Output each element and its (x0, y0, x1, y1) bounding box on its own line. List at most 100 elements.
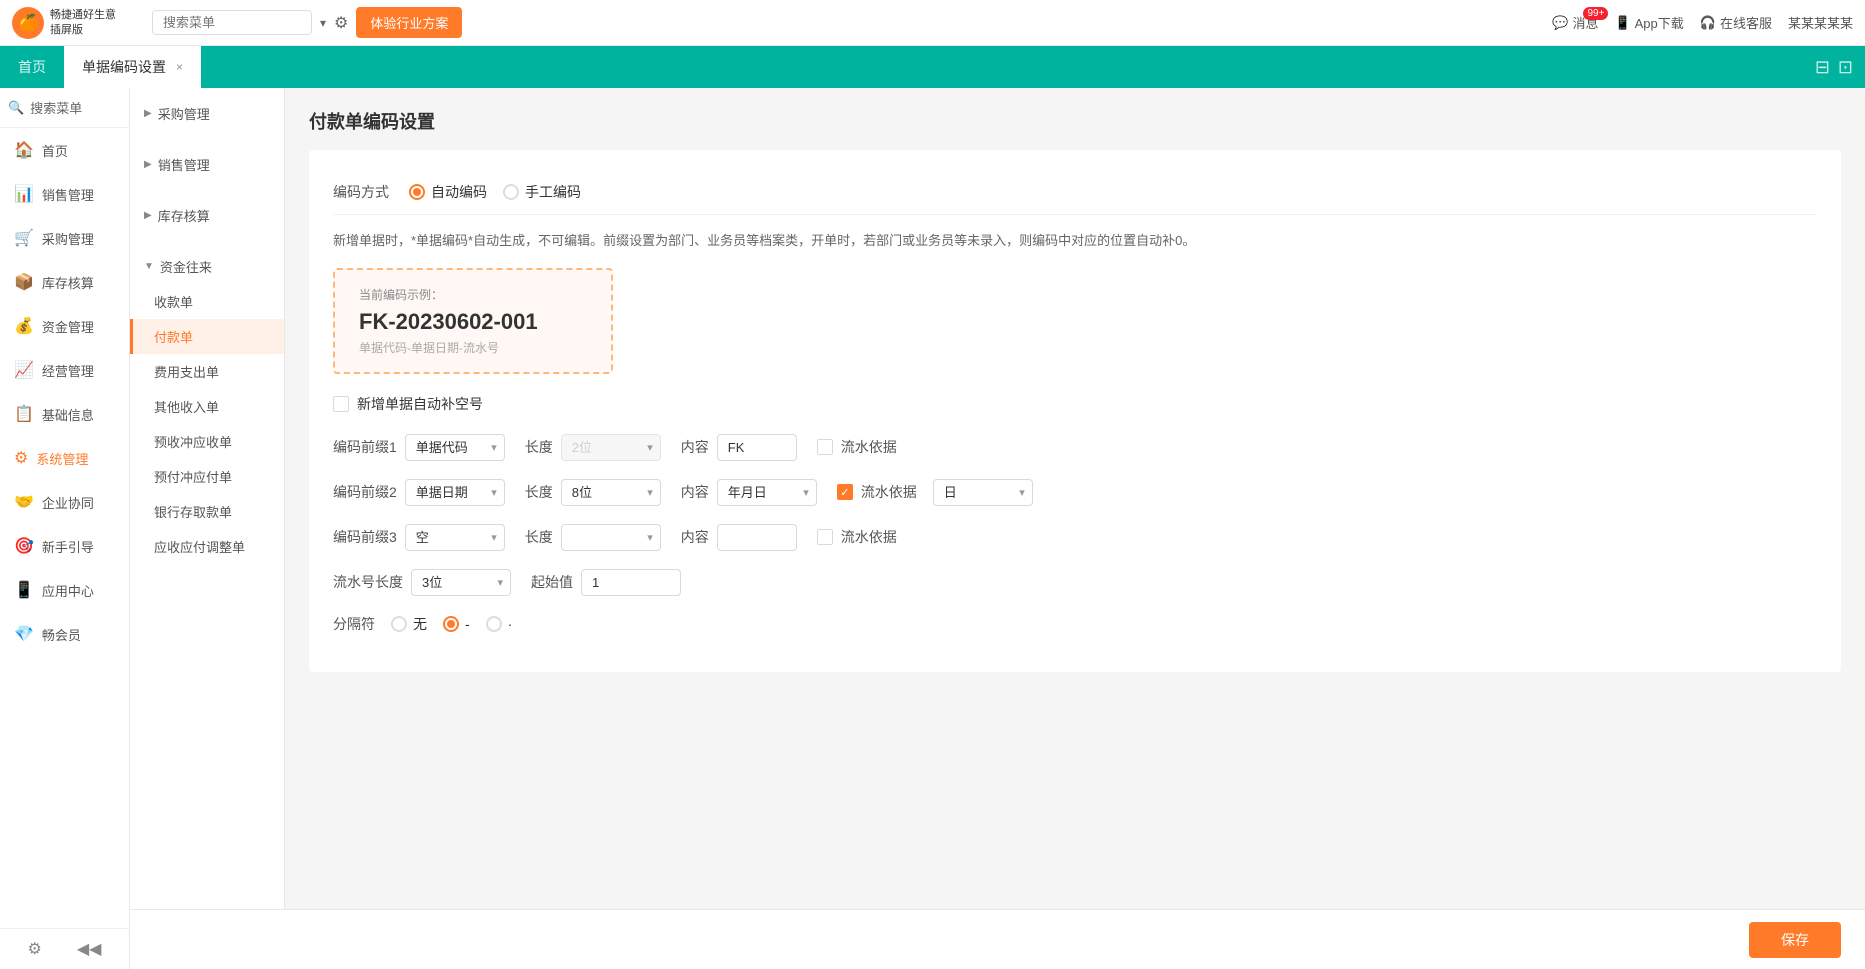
separator-label: 分隔符 (333, 614, 375, 634)
headset-icon: 🎧 (1700, 15, 1716, 31)
prefix1-length-select: 2位 (561, 434, 661, 461)
auto-fill-checkbox[interactable] (333, 396, 349, 412)
user-profile[interactable]: 某某某某某 (1788, 13, 1853, 32)
prefix1-serial-label: 流水依据 (841, 437, 897, 457)
home-icon: 🏠 (14, 140, 34, 160)
search-icon: 🔍 (8, 100, 24, 116)
separator-none-radio[interactable]: 无 (391, 614, 427, 634)
sidebar: 🔍 搜索菜单 🏠 首页 📊 销售管理 🛒 采购管理 📦 库存核算 💰 资金管理 … (0, 88, 130, 969)
sub-item-prepay-receivable[interactable]: 预收冲应收单 (130, 424, 284, 459)
sidebar-item-management[interactable]: 📈 经营管理 (0, 348, 129, 392)
prefix3-length-select[interactable] (561, 524, 661, 551)
sub-group-inventory-title[interactable]: ▶ 库存核算 (130, 198, 284, 233)
prefix3-content-input[interactable] (717, 524, 797, 551)
sidebar-search[interactable]: 🔍 搜索菜单 (0, 88, 129, 128)
guide-icon: 🎯 (14, 536, 34, 556)
sidebar-item-guide[interactable]: 🎯 新手引导 (0, 524, 129, 568)
sub-item-prepay-payable[interactable]: 预付冲应付单 (130, 459, 284, 494)
sidebar-item-system[interactable]: ⚙ 系统管理 (0, 436, 129, 480)
nav-tabs: 首页 单据编码设置 × ⊟ ⊡ (0, 46, 1865, 88)
separator-none-circle (391, 616, 407, 632)
sub-item-payment[interactable]: 付款单 (130, 319, 284, 354)
prefix1-label: 编码前缀1 (333, 437, 397, 457)
collapse-icon[interactable]: ◀◀ (77, 939, 102, 959)
tab-close-icon[interactable]: × (176, 60, 183, 74)
app-center-icon: 📱 (14, 580, 34, 600)
separator-dot-circle (486, 616, 502, 632)
prefix3-length-label: 长度 (525, 527, 553, 547)
sub-group-funds-title[interactable]: ▼ 资金往来 (130, 249, 284, 284)
sub-group-sales-title[interactable]: ▶ 销售管理 (130, 147, 284, 182)
radio-auto-code[interactable]: 自动编码 (409, 182, 487, 202)
prefix3-serial-label: 流水依据 (841, 527, 897, 547)
dropdown-arrow-icon[interactable]: ▾ (320, 16, 326, 30)
topbar: 🍊 畅捷通好生意 插屏版 ▾ ⚙ 体验行业方案 💬 消息 99+ 📱 App下载… (0, 0, 1865, 46)
prefix2-serial-label: 流水依据 (861, 482, 917, 502)
purchase-icon: 🛒 (14, 228, 34, 248)
sub-item-receipt[interactable]: 收款单 (130, 284, 284, 319)
prefix1-length-wrapper: 2位 (561, 434, 661, 461)
prefix3-length-wrapper (561, 524, 661, 551)
prefix3-select[interactable]: 空 部门 业务员 (405, 524, 505, 551)
prefix1-serial-checkbox[interactable] (817, 439, 833, 455)
prefix3-content-label: 内容 (681, 527, 709, 547)
app-download-button[interactable]: 📱 App下载 (1614, 13, 1683, 32)
start-value-input[interactable] (581, 569, 681, 596)
topbar-center: ▾ ⚙ 体验行业方案 (142, 7, 1552, 38)
serial-length-label: 流水号长度 (333, 572, 403, 592)
sub-item-adjustment[interactable]: 应收应付调整单 (130, 529, 284, 564)
maximize-icon[interactable]: ⊡ (1838, 57, 1853, 78)
prefix2-select[interactable]: 单据日期 部门 业务员 (405, 479, 505, 506)
sidebar-item-app-center[interactable]: 📱 应用中心 (0, 568, 129, 612)
prefix2-length-select[interactable]: 8位 6位 4位 (561, 479, 661, 506)
serial-length-select[interactable]: 3位 4位 5位 (411, 569, 511, 596)
sidebar-item-cooperation[interactable]: 🤝 企业协同 (0, 480, 129, 524)
save-bar: 保存 (130, 909, 1865, 969)
sub-item-other-income[interactable]: 其他收入单 (130, 389, 284, 424)
prefix2-length-field: 长度 8位 6位 4位 (525, 479, 661, 506)
code-preview-value: FK-20230602-001 (359, 309, 587, 335)
sidebar-item-basic-info[interactable]: 📋 基础信息 (0, 392, 129, 436)
prefix1-select[interactable]: 单据代码 部门 业务员 (405, 434, 505, 461)
prefix3-field: 编码前缀3 空 部门 业务员 (333, 524, 505, 551)
trial-button[interactable]: 体验行业方案 (356, 7, 462, 38)
topbar-right: 💬 消息 99+ 📱 App下载 🎧 在线客服 某某某某某 (1552, 13, 1853, 32)
auto-fill-row: 新增单据自动补空号 (333, 394, 1817, 414)
prefix3-serial-checkbox[interactable] (817, 529, 833, 545)
prefix3-length-field: 长度 (525, 524, 661, 551)
sub-item-expense[interactable]: 费用支出单 (130, 354, 284, 389)
encoding-method-label: 编码方式 (333, 182, 389, 202)
tab-encoding-settings[interactable]: 单据编码设置 × (64, 46, 201, 88)
prefix2-serial-checkbox[interactable]: ✓ (837, 484, 853, 500)
sub-group-purchase-title[interactable]: ▶ 采购管理 (130, 96, 284, 131)
separator-dash-radio[interactable]: - (443, 616, 470, 632)
separator-dot-radio[interactable]: · (486, 616, 513, 632)
messages-button[interactable]: 💬 消息 99+ (1552, 13, 1598, 32)
arrow-right-icon: ▶ (144, 108, 152, 119)
tab-expand-controls: ⊟ ⊡ (1803, 46, 1865, 88)
sidebar-item-sales[interactable]: 📊 销售管理 (0, 172, 129, 216)
code-preview-sub: 单据代码-单据日期-流水号 (359, 339, 587, 356)
separator-row: 分隔符 无 - · (333, 614, 1817, 634)
sub-item-bank[interactable]: 银行存取款单 (130, 494, 284, 529)
gear-icon[interactable]: ⚙ (334, 13, 348, 33)
code-preview-title: 当前编码示例： (359, 286, 587, 303)
logo-icon: 🍊 (12, 7, 44, 39)
sidebar-item-home[interactable]: 🏠 首页 (0, 128, 129, 172)
page-title: 付款单编码设置 (309, 108, 1841, 134)
expand-icon[interactable]: ⊟ (1815, 57, 1830, 78)
radio-manual-code[interactable]: 手工编码 (503, 182, 581, 202)
prefix1-content-input[interactable] (717, 434, 797, 461)
sidebar-item-member[interactable]: 💎 畅会员 (0, 612, 129, 656)
sidebar-item-finance[interactable]: 💰 资金管理 (0, 304, 129, 348)
search-input[interactable] (152, 10, 312, 35)
sub-group-funds: ▼ 资金往来 收款单 付款单 费用支出单 其他收入单 预收冲应收单 预付冲应付单… (130, 241, 284, 572)
save-button[interactable]: 保存 (1749, 922, 1841, 958)
prefix2-content-select[interactable]: 年月日 年月 年 (717, 479, 817, 506)
sidebar-item-purchase[interactable]: 🛒 采购管理 (0, 216, 129, 260)
settings-bottom-icon[interactable]: ⚙ (28, 939, 42, 959)
tab-home[interactable]: 首页 (0, 46, 64, 88)
online-service-button[interactable]: 🎧 在线客服 (1700, 13, 1772, 32)
sidebar-item-inventory[interactable]: 📦 库存核算 (0, 260, 129, 304)
prefix2-serial-unit-select[interactable]: 日 月 年 (933, 479, 1033, 506)
